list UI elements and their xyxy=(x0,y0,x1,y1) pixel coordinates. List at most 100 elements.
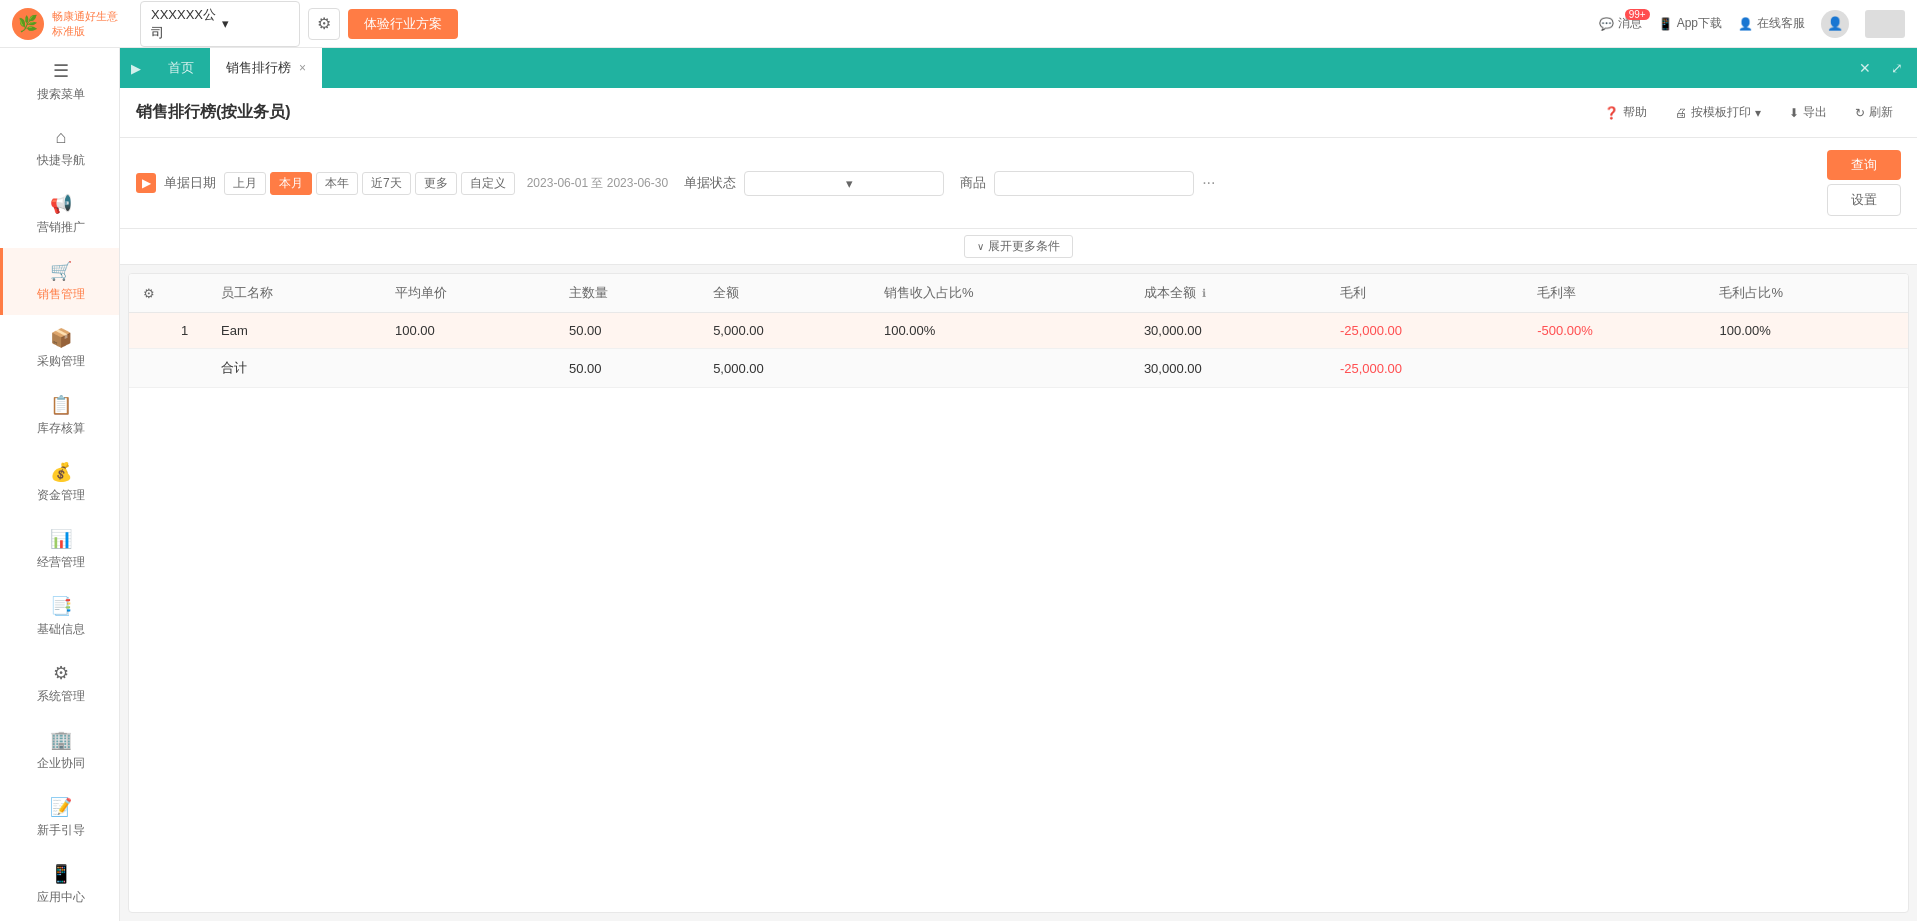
expand-button[interactable]: ∨ 展开更多条件 xyxy=(964,235,1073,258)
date-btn-this-year[interactable]: 本年 xyxy=(316,172,358,195)
date-btn-this-month[interactable]: 本月 xyxy=(270,172,312,195)
print-button[interactable]: 🖨 按模板打印 ▾ xyxy=(1667,100,1769,125)
sidebar-item-operations[interactable]: 📊 经营管理 xyxy=(0,516,119,583)
help-button[interactable]: ❓ 帮助 xyxy=(1596,100,1655,125)
date-btn-more[interactable]: 更多 xyxy=(415,172,457,195)
filter-toggle-icon[interactable]: ▶ xyxy=(136,173,156,193)
print-chevron-icon: ▾ xyxy=(1755,106,1761,120)
inventory-icon: 📋 xyxy=(50,394,72,416)
logo-icon: 🌿 xyxy=(12,8,44,40)
sidebar: ☰ 搜索菜单 ⌂ 快捷导航 📢 营销推广 🛒 销售管理 📦 采购管理 📋 库存核… xyxy=(0,48,120,921)
sidebar-item-search[interactable]: ☰ 搜索菜单 xyxy=(0,48,119,115)
date-btn-7days[interactable]: 近7天 xyxy=(362,172,411,195)
sidebar-item-basicinfo[interactable]: 📑 基础信息 xyxy=(0,583,119,650)
export-button[interactable]: ⬇ 导出 xyxy=(1781,100,1835,125)
sales-icon: 🛒 xyxy=(50,260,72,282)
cell-salespct: 100.00% xyxy=(872,313,1132,349)
window-close-icon[interactable]: ✕ xyxy=(1853,56,1877,80)
sidebar-item-quicknav[interactable]: ⌂ 快捷导航 xyxy=(0,115,119,181)
date-filter: ▶ 单据日期 上月 本月 本年 近7天 更多 自定义 2023-06-01 至 … xyxy=(136,172,668,195)
search-order-icon: ☰ xyxy=(53,60,69,82)
basicinfo-icon: 📑 xyxy=(50,595,72,617)
query-button[interactable]: 查询 xyxy=(1827,150,1901,180)
cell-grosspct: 100.00% xyxy=(1707,313,1908,349)
cell-gross: -25,000.00 xyxy=(1328,313,1525,349)
message-icon: 💬 xyxy=(1599,17,1614,31)
finance-icon: 💰 xyxy=(50,461,72,483)
filter-area: ▶ 单据日期 上月 本月 本年 近7天 更多 自定义 2023-06-01 至 … xyxy=(120,138,1917,229)
tab-sales-ranking[interactable]: 销售排行榜 × xyxy=(210,48,322,88)
cell-settings xyxy=(129,313,169,349)
purchase-icon: 📦 xyxy=(50,327,72,349)
col-salespct: 销售收入占比% xyxy=(872,274,1132,313)
sidebar-item-system[interactable]: ⚙ 系统管理 xyxy=(0,650,119,717)
user-name-display xyxy=(1865,10,1905,38)
logo-area: 🌿 畅康通好生意 标准版 xyxy=(12,8,132,40)
goods-filter: 商品 ··· xyxy=(960,171,1215,196)
status-filter: 单据状态 ▾ xyxy=(684,171,944,196)
settings-button[interactable]: ⚙ xyxy=(308,8,340,40)
refresh-button[interactable]: ↻ 刷新 xyxy=(1847,100,1901,125)
avatar[interactable]: 👤 xyxy=(1821,10,1849,38)
main-layout: ☰ 搜索菜单 ⌂ 快捷导航 📢 营销推广 🛒 销售管理 📦 采购管理 📋 库存核… xyxy=(0,48,1917,921)
table-header-row: ⚙ 员工名称 平均单价 主数量 全额 销售收入占比% 成本全额 ℹ 毛利 xyxy=(129,274,1908,313)
cell-cost: 30,000.00 xyxy=(1132,313,1328,349)
chevron-down-icon: ▾ xyxy=(222,16,289,31)
footer-gross: -25,000.00 xyxy=(1328,349,1525,388)
status-chevron-icon: ▾ xyxy=(846,176,935,191)
col-avgprice: 平均单价 xyxy=(383,274,557,313)
table-area: ⚙ 员工名称 平均单价 主数量 全额 销售收入占比% 成本全额 ℹ 毛利 xyxy=(128,273,1909,913)
goods-label: 商品 xyxy=(960,174,986,192)
online-service-button[interactable]: 👤 在线客服 xyxy=(1738,15,1805,32)
cell-grossrate: -500.00% xyxy=(1525,313,1707,349)
tab-close-icon[interactable]: × xyxy=(299,61,306,75)
date-buttons: 上月 本月 本年 近7天 更多 自定义 xyxy=(224,172,515,195)
export-icon: ⬇ xyxy=(1789,106,1799,120)
message-badge: 99+ xyxy=(1625,9,1650,20)
col-grosspct: 毛利占比% xyxy=(1707,274,1908,313)
col-gross: 毛利 xyxy=(1328,274,1525,313)
date-btn-last-month[interactable]: 上月 xyxy=(224,172,266,195)
sidebar-item-enterprise[interactable]: 🏢 企业协同 xyxy=(0,717,119,784)
status-select[interactable]: ▾ xyxy=(744,171,944,196)
col-mainqty: 主数量 xyxy=(557,274,701,313)
footer-label: 合计 xyxy=(209,349,383,388)
col-index xyxy=(169,274,209,313)
sidebar-item-finance[interactable]: 💰 资金管理 xyxy=(0,449,119,516)
col-amount: 全额 xyxy=(701,274,872,313)
tab-home[interactable]: 首页 xyxy=(152,48,210,88)
goods-input[interactable] xyxy=(994,171,1194,196)
page-header: 销售排行榜(按业务员) ❓ 帮助 🖨 按模板打印 ▾ ⬇ 导出 xyxy=(120,88,1917,138)
goods-more-icon[interactable]: ··· xyxy=(1202,174,1215,192)
sidebar-item-appcenter[interactable]: 📱 应用中心 xyxy=(0,851,119,918)
sidebar-item-sales[interactable]: 🛒 销售管理 xyxy=(0,248,119,315)
nav-arrow-icon[interactable]: ▶ xyxy=(120,48,152,88)
col-settings[interactable]: ⚙ xyxy=(129,274,169,313)
window-maximize-icon[interactable]: ⤢ xyxy=(1885,56,1909,80)
date-range: 2023-06-01 至 2023-06-30 xyxy=(527,175,668,192)
cost-info-icon: ℹ xyxy=(1202,287,1206,299)
refresh-icon: ↻ xyxy=(1855,106,1865,120)
sidebar-item-purchase[interactable]: 📦 采购管理 xyxy=(0,315,119,382)
company-selector[interactable]: XXXXXX公司 ▾ xyxy=(140,1,300,47)
status-label: 单据状态 xyxy=(684,174,736,192)
service-icon: 👤 xyxy=(1738,17,1753,31)
expand-row: ∨ 展开更多条件 xyxy=(120,229,1917,265)
app-download-button[interactable]: 📱 App下载 xyxy=(1658,15,1722,32)
footer-amount: 5,000.00 xyxy=(701,349,872,388)
table-footer-row: 合计 50.00 5,000.00 30,000.00 -25,000.00 xyxy=(129,349,1908,388)
page-settings-button[interactable]: 设置 xyxy=(1827,184,1901,216)
message-button[interactable]: 💬 消息 99+ xyxy=(1599,15,1642,32)
sidebar-item-inventory[interactable]: 📋 库存核算 xyxy=(0,382,119,449)
query-settings-buttons: 查询 设置 xyxy=(1827,150,1901,216)
ranking-table: ⚙ 员工名称 平均单价 主数量 全额 销售收入占比% 成本全额 ℹ 毛利 xyxy=(129,274,1908,388)
date-btn-custom[interactable]: 自定义 xyxy=(461,172,515,195)
cell-avgprice: 100.00 xyxy=(383,313,557,349)
cell-name: Eam xyxy=(209,313,383,349)
print-icon: 🖨 xyxy=(1675,106,1687,120)
sidebar-item-guide[interactable]: 📝 新手引导 xyxy=(0,784,119,851)
cell-index: 1 xyxy=(169,313,209,349)
trial-button[interactable]: 体验行业方案 xyxy=(348,9,458,39)
page-content: 销售排行榜(按业务员) ❓ 帮助 🖨 按模板打印 ▾ ⬇ 导出 xyxy=(120,88,1917,921)
sidebar-item-marketing[interactable]: 📢 营销推广 xyxy=(0,181,119,248)
